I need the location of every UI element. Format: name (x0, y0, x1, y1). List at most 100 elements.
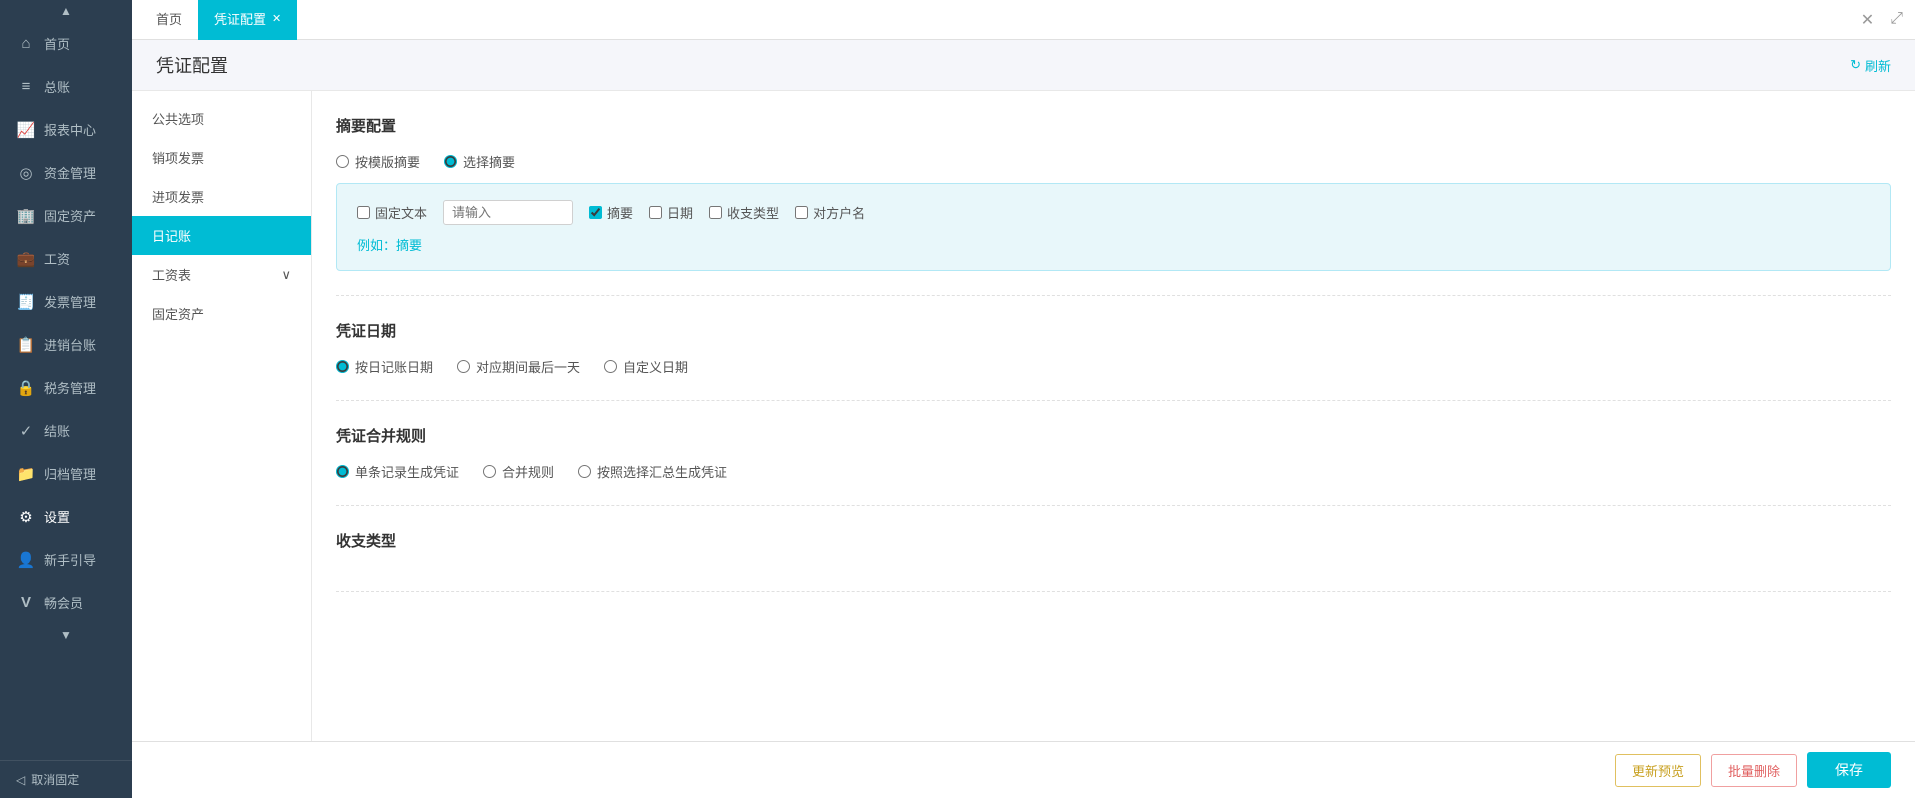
content-body: 公共选项 销项发票 进项发票 日记账 工资表 ∨ 固定资产 (132, 91, 1915, 798)
radio-journal-date-input[interactable] (336, 360, 349, 373)
pin-icon: ◁ (16, 773, 25, 787)
radio-custom-date[interactable]: 自定义日期 (604, 357, 688, 376)
sidebar-item-tax[interactable]: 🔒 税务管理 (0, 366, 132, 409)
save-button[interactable]: 保存 (1807, 752, 1891, 788)
left-nav-public-label: 公共选项 (152, 109, 204, 128)
main-area: 首页 凭证配置 ✕ ✕ ⤢ 凭证配置 ↻ 刷新 公共选项 (132, 0, 1915, 798)
checkbox-date-label: 日期 (667, 203, 693, 222)
sidebar-item-report[interactable]: 📈 报表中心 (0, 108, 132, 151)
radio-select-summary[interactable]: 选择摘要 (444, 152, 515, 171)
sidebar-item-invoice[interactable]: 🧾 发票管理 (0, 280, 132, 323)
ledger-icon: ≡ (16, 78, 36, 95)
checkbox-counterpart-label: 对方户名 (813, 203, 865, 222)
left-nav-sales-invoice-label: 销项发票 (152, 148, 204, 167)
window-close-button[interactable]: ✕ (1857, 10, 1878, 30)
radio-period-last-label: 对应期间最后一天 (476, 357, 580, 376)
tab-voucher-config[interactable]: 凭证配置 ✕ (198, 0, 297, 40)
sidebar-item-label: 畅会员 (44, 593, 83, 612)
sidebar-item-label: 工资 (44, 249, 70, 268)
payment-type-section-title: 收支类型 (336, 530, 1891, 551)
sidebar-unpin-button[interactable]: ◁ 取消固定 (0, 760, 132, 798)
update-preview-button[interactable]: 更新预览 (1615, 754, 1701, 787)
sidebar-item-settle[interactable]: ✓ 结账 (0, 409, 132, 452)
radio-merge-rules-label: 合并规则 (502, 462, 554, 481)
sidebar-item-archive[interactable]: 📁 归档管理 (0, 452, 132, 495)
radio-custom-date-input[interactable] (604, 360, 617, 373)
sidebar-scroll-up[interactable]: ▲ (0, 0, 132, 22)
radio-select-summary-label: 选择摘要 (463, 152, 515, 171)
archive-icon: 📁 (16, 465, 36, 483)
chevron-down-icon: ∨ (281, 267, 291, 283)
sidebar-item-label: 归档管理 (44, 464, 96, 483)
sidebar-item-home[interactable]: ⌂ 首页 (0, 22, 132, 65)
fixed-text-input[interactable] (443, 200, 573, 225)
left-nav-fixed-assets-label: 固定资产 (152, 304, 204, 323)
sidebar-bottom-label: 取消固定 (31, 771, 79, 788)
checkbox-fixed-text[interactable]: 固定文本 (357, 203, 427, 222)
sidebar-item-account[interactable]: 📋 进销台账 (0, 323, 132, 366)
checkbox-fixed-text-label: 固定文本 (375, 203, 427, 222)
sidebar-item-assets[interactable]: 🏢 固定资产 (0, 194, 132, 237)
tab-close-icon[interactable]: ✕ (272, 12, 281, 25)
checkbox-summary-input[interactable] (589, 206, 602, 219)
tab-home[interactable]: 首页 (140, 0, 198, 40)
left-nav-public[interactable]: 公共选项 (132, 99, 311, 138)
radio-select-summary-input[interactable] (444, 155, 457, 168)
radio-merge-rules[interactable]: 合并规则 (483, 462, 554, 481)
radio-single-record-input[interactable] (336, 465, 349, 478)
checkbox-counterpart-input[interactable] (795, 206, 808, 219)
sidebar-item-label: 税务管理 (44, 378, 96, 397)
settings-icon: ⚙ (16, 508, 36, 526)
sidebar-item-label: 进销台账 (44, 335, 96, 354)
sidebar-item-label: 首页 (44, 34, 70, 53)
summary-section-title: 摘要配置 (336, 115, 1891, 136)
left-nav-purchase-invoice[interactable]: 进项发票 (132, 177, 311, 216)
sidebar-item-ledger[interactable]: ≡ 总账 (0, 65, 132, 108)
sidebar-item-label: 设置 (44, 507, 70, 526)
merge-rules-section-title: 凭证合并规则 (336, 425, 1891, 446)
checkbox-summary[interactable]: 摘要 (589, 203, 633, 222)
checkbox-payment-type[interactable]: 收支类型 (709, 203, 779, 222)
window-maximize-button[interactable]: ⤢ (1886, 10, 1907, 30)
radio-journal-date[interactable]: 按日记账日期 (336, 357, 433, 376)
merge-rules-section: 凭证合并规则 单条记录生成凭证 合并规则 按照选择汇总生成凭证 (336, 425, 1891, 506)
radio-period-last[interactable]: 对应期间最后一天 (457, 357, 580, 376)
batch-delete-button[interactable]: 批量删除 (1711, 754, 1797, 787)
settle-icon: ✓ (16, 422, 36, 440)
checkbox-counterpart[interactable]: 对方户名 (795, 203, 865, 222)
left-nav-journal[interactable]: 日记账 (132, 216, 311, 255)
left-nav-journal-label: 日记账 (152, 226, 191, 245)
summary-example-text: 例如：摘要 (357, 235, 1870, 254)
sidebar-item-settings[interactable]: ⚙ 设置 (0, 495, 132, 538)
merge-rules-radio-group: 单条记录生成凭证 合并规则 按照选择汇总生成凭证 (336, 462, 1891, 481)
sidebar-item-guide[interactable]: 👤 新手引导 (0, 538, 132, 581)
tab-bar: 首页 凭证配置 ✕ ✕ ⤢ (132, 0, 1915, 40)
sidebar-scroll-down[interactable]: ▼ (0, 624, 132, 646)
checkbox-date[interactable]: 日期 (649, 203, 693, 222)
sidebar-item-label: 新手引导 (44, 550, 96, 569)
radio-merge-rules-input[interactable] (483, 465, 496, 478)
sidebar-item-salary[interactable]: 💼 工资 (0, 237, 132, 280)
voucher-date-section: 凭证日期 按日记账日期 对应期间最后一天 自定义日期 (336, 320, 1891, 401)
left-nav-fixed-assets[interactable]: 固定资产 (132, 294, 311, 333)
radio-select-merge[interactable]: 按照选择汇总生成凭证 (578, 462, 727, 481)
funds-icon: ◎ (16, 164, 36, 182)
refresh-button[interactable]: ↻ 刷新 (1850, 56, 1891, 75)
checkbox-payment-type-input[interactable] (709, 206, 722, 219)
left-nav-payroll[interactable]: 工资表 ∨ (132, 255, 311, 294)
radio-template-summary-label: 按模版摘要 (355, 152, 420, 171)
checkbox-fixed-text-input[interactable] (357, 206, 370, 219)
sidebar-item-funds[interactable]: ◎ 资金管理 (0, 151, 132, 194)
vip-icon: V (16, 594, 36, 611)
left-nav-payroll-label: 工资表 (152, 265, 191, 284)
checkbox-payment-type-label: 收支类型 (727, 203, 779, 222)
checkbox-date-input[interactable] (649, 206, 662, 219)
sidebar-item-vip[interactable]: V 畅会员 (0, 581, 132, 624)
left-nav-sales-invoice[interactable]: 销项发票 (132, 138, 311, 177)
radio-template-summary-input[interactable] (336, 155, 349, 168)
sidebar-item-label: 资金管理 (44, 163, 96, 182)
radio-period-last-input[interactable] (457, 360, 470, 373)
radio-single-record[interactable]: 单条记录生成凭证 (336, 462, 459, 481)
radio-template-summary[interactable]: 按模版摘要 (336, 152, 420, 171)
radio-select-merge-input[interactable] (578, 465, 591, 478)
